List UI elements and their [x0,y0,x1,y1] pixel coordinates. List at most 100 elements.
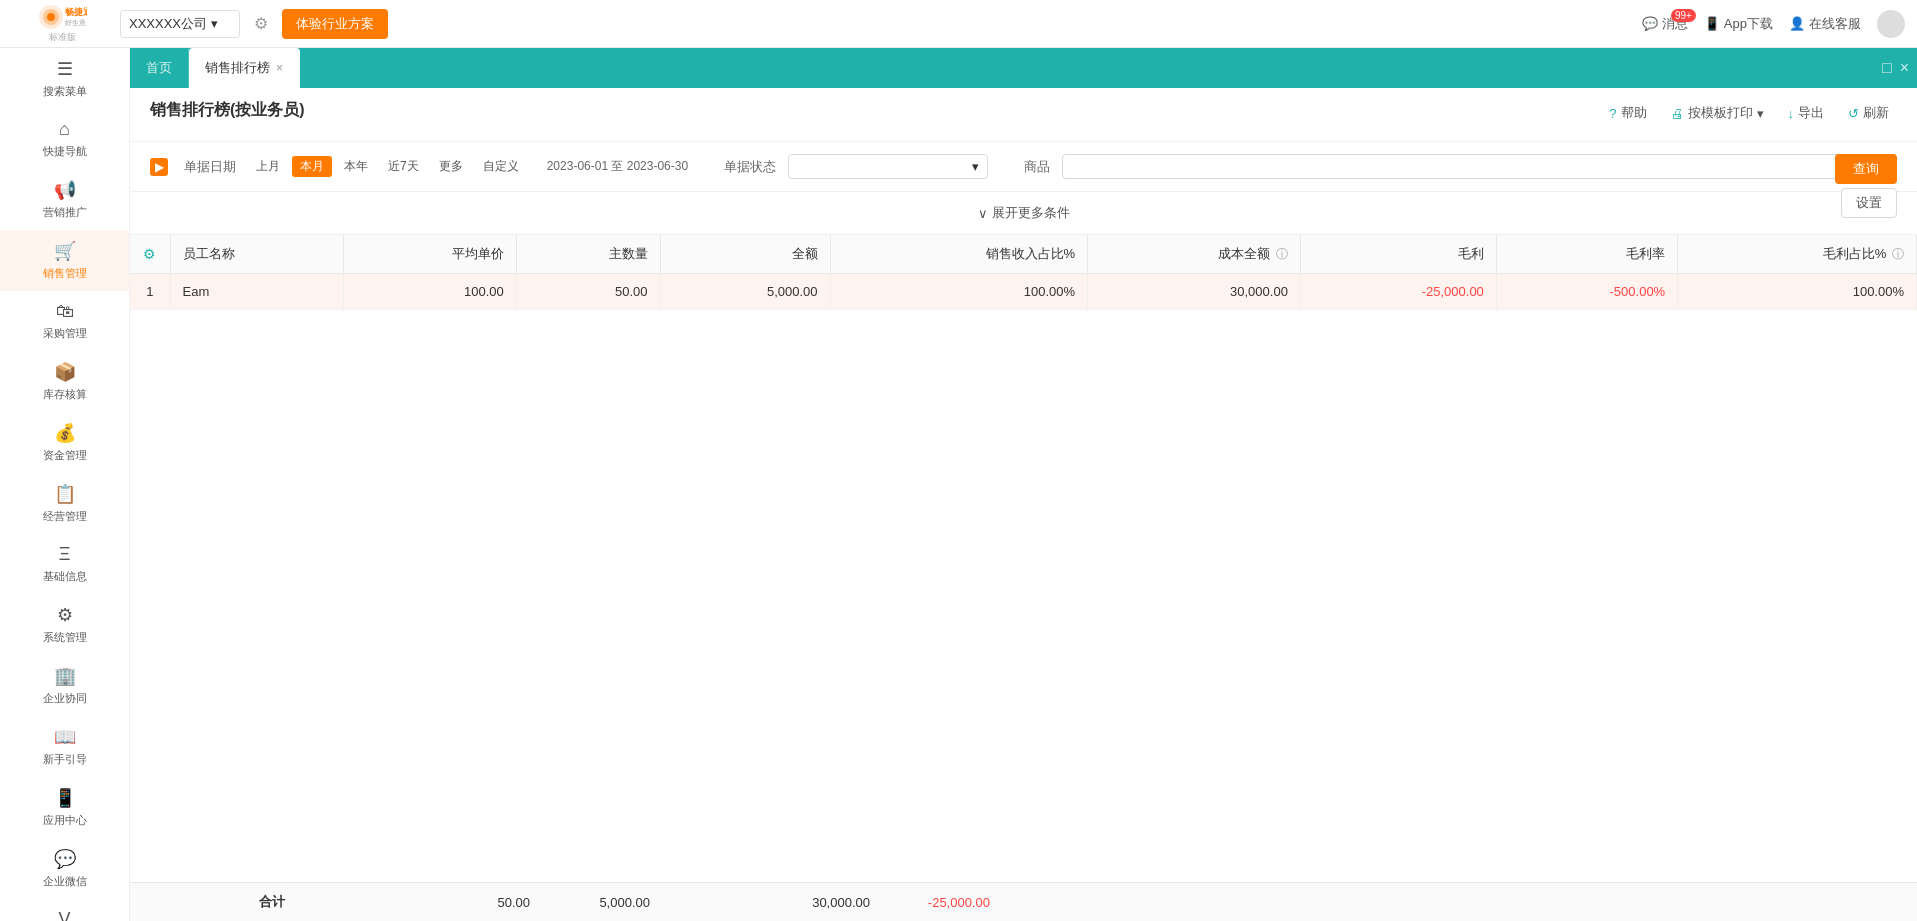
tab-close-window-icon[interactable]: × [1900,59,1909,77]
sidebar-item-13[interactable]: 💬企业微信 [0,838,129,899]
sidebar-item-12[interactable]: 📱 应用中心 [0,777,129,838]
message-badge: 99+ [1671,9,1696,22]
page-header: 销售排行榜(按业务员) ? 帮助 🖨 按模板打印 ▾ ↓ 导出 [130,88,1917,142]
cell-profit-pct-0: 100.00% [1678,274,1917,310]
sidebar-item-4[interactable]: 🛍采购管理 [0,291,129,351]
expand-row: ∨ 展开更多条件 [130,192,1917,235]
th-qty: 主数量 [516,235,660,274]
th-profit-pct: 毛利占比% ⓘ [1678,235,1917,274]
message-icon: 💬 [1642,16,1658,31]
cell-avg-price-0: 100.00 [343,274,516,310]
query-button[interactable]: 查询 [1835,154,1897,184]
sidebar-item-10[interactable]: 🏢 企业协同 [0,655,129,716]
sidebar-icon-6: 💰 [54,422,76,444]
profit-pct-info-icon[interactable]: ⓘ [1892,247,1904,261]
sidebar-label-13: 企业微信 [43,874,87,889]
column-settings-icon[interactable]: ⚙ [143,246,156,262]
sidebar-label-10: 企业协同 [43,691,87,706]
sidebar-label-3: 销售管理 [43,266,87,281]
logo: 畅捷通 好生意 标准版 [12,3,112,44]
footer-profit: -25,000.00 [882,895,1002,910]
tab-close-icon[interactable]: × [276,61,283,75]
date-tab-more[interactable]: 更多 [431,156,471,177]
footer-amount: 5,000.00 [542,895,662,910]
status-select[interactable]: ▾ [788,154,988,179]
sidebar-item-5[interactable]: 📦 库存核算 [0,351,129,412]
footer-cost: 30,000.00 [762,895,882,910]
table-footer: 合计 50.00 5,000.00 30,000.00 -25,000.00 [130,882,1917,921]
sidebar-icon-14: V [58,909,70,921]
footer-avg-price [362,895,462,910]
cell-qty-0: 50.00 [516,274,660,310]
company-selector[interactable]: XXXXXX公司 ▾ [120,10,240,38]
sidebar-item-6[interactable]: 💰资金管理 [0,412,129,473]
svg-point-2 [47,13,55,21]
date-tab-7days[interactable]: 近7天 [380,156,427,177]
export-btn[interactable]: ↓ 导出 [1780,100,1833,126]
date-tabs: 上月 本月 本年 近7天 更多 自定义 [248,156,527,177]
date-tab-last-month[interactable]: 上月 [248,156,288,177]
company-name: XXXXXX公司 [129,15,207,33]
expand-icon: ∨ [978,206,988,221]
sidebar-item-11[interactable]: 📖新手引导 [0,716,129,777]
select-chevron-icon: ▾ [972,159,979,174]
sidebar-item-0[interactable]: ☰ 搜索菜单 [0,48,129,109]
sidebar-item-9[interactable]: ⚙系统管理 [0,594,129,655]
filter-toggle-btn[interactable]: ▶ [150,158,168,176]
date-range: 2023-06-01 至 2023-06-30 [547,158,688,175]
sidebar-label-5: 库存核算 [43,387,87,402]
online-service-btn[interactable]: 👤 在线客服 [1789,15,1861,33]
th-settings[interactable]: ⚙ [130,235,170,274]
sidebar-icon-12: 📱 [54,787,76,809]
tab-bar: 首页 销售排行榜 × □ × [130,48,1917,88]
refresh-btn[interactable]: ↺ 刷新 [1840,100,1897,126]
data-table-wrapper: ⚙ 员工名称 平均单价 主数量 全额 销售收入占比% 成本全额 ⓘ 毛利 [130,235,1917,882]
tab-minimize-icon[interactable]: □ [1882,59,1892,77]
filter-bar: ▶ 单据日期 上月 本月 本年 近7天 更多 自定义 2023-06-01 至 … [130,142,1917,192]
settings-button[interactable]: 设置 [1841,188,1897,218]
cell-profit-rate-0: -500.00% [1496,274,1677,310]
sidebar-item-14[interactable]: V畅会员 [0,899,129,921]
trial-button[interactable]: 体验行业方案 [282,9,388,39]
app-download-btn[interactable]: 📱 App下载 [1704,15,1773,33]
status-label: 单据状态 [724,158,776,176]
settings-icon[interactable]: ⚙ [248,10,274,37]
tab-sales-rank[interactable]: 销售排行榜 × [189,48,300,88]
table-row: 1 Eam 100.00 50.00 5,000.00 100.00% 30,0… [130,274,1917,310]
sidebar-label-1: 快捷导航 [43,144,87,159]
sidebar-icon-2: 📢 [54,179,76,201]
sidebar-icon-9: ⚙ [57,604,73,626]
sidebar-label-12: 应用中心 [43,813,87,828]
user-avatar[interactable] [1877,10,1905,38]
date-label: 单据日期 [184,158,236,176]
sidebar-item-8[interactable]: Ξ基础信息 [0,534,129,594]
sidebar-item-1[interactable]: ⌂快捷导航 [0,109,129,169]
sidebar-icon-7: 📋 [54,483,76,505]
th-name: 员工名称 [170,235,343,274]
th-sales-pct: 销售收入占比% [830,235,1088,274]
date-tab-custom[interactable]: 自定义 [475,156,527,177]
footer-profit-rate [1002,895,1102,910]
date-tab-this-year[interactable]: 本年 [336,156,376,177]
sidebar-item-3[interactable]: 🛒销售管理 [0,230,129,291]
help-btn[interactable]: ? 帮助 [1601,100,1654,126]
sidebar-icon-10: 🏢 [54,665,76,687]
message-btn[interactable]: 💬 消息 99+ [1642,15,1688,33]
template-print-btn[interactable]: 🖨 按模板打印 ▾ [1663,100,1772,126]
data-table: ⚙ 员工名称 平均单价 主数量 全额 销售收入占比% 成本全额 ⓘ 毛利 [130,235,1917,310]
sidebar-icon-0: ☰ [57,58,73,80]
goods-input[interactable]: ... [1062,154,1897,179]
sidebar-label-11: 新手引导 [43,752,87,767]
sidebar-item-2[interactable]: 📢 营销推广 [0,169,129,230]
help-icon: ? [1609,106,1616,121]
sidebar-label-2: 营销推广 [43,205,87,220]
sidebar-item-7[interactable]: 📋经营管理 [0,473,129,534]
sidebar-label-0: 搜索菜单 [43,84,87,99]
sidebar-icon-5: 📦 [54,361,76,383]
sidebar-label-4: 采购管理 [43,326,87,341]
tab-home[interactable]: 首页 [130,48,189,88]
date-tab-this-month[interactable]: 本月 [292,156,332,177]
expand-conditions-btn[interactable]: ∨ 展开更多条件 [978,198,1070,228]
print-icon: 🖨 [1671,106,1684,121]
cost-info-icon[interactable]: ⓘ [1276,247,1288,261]
